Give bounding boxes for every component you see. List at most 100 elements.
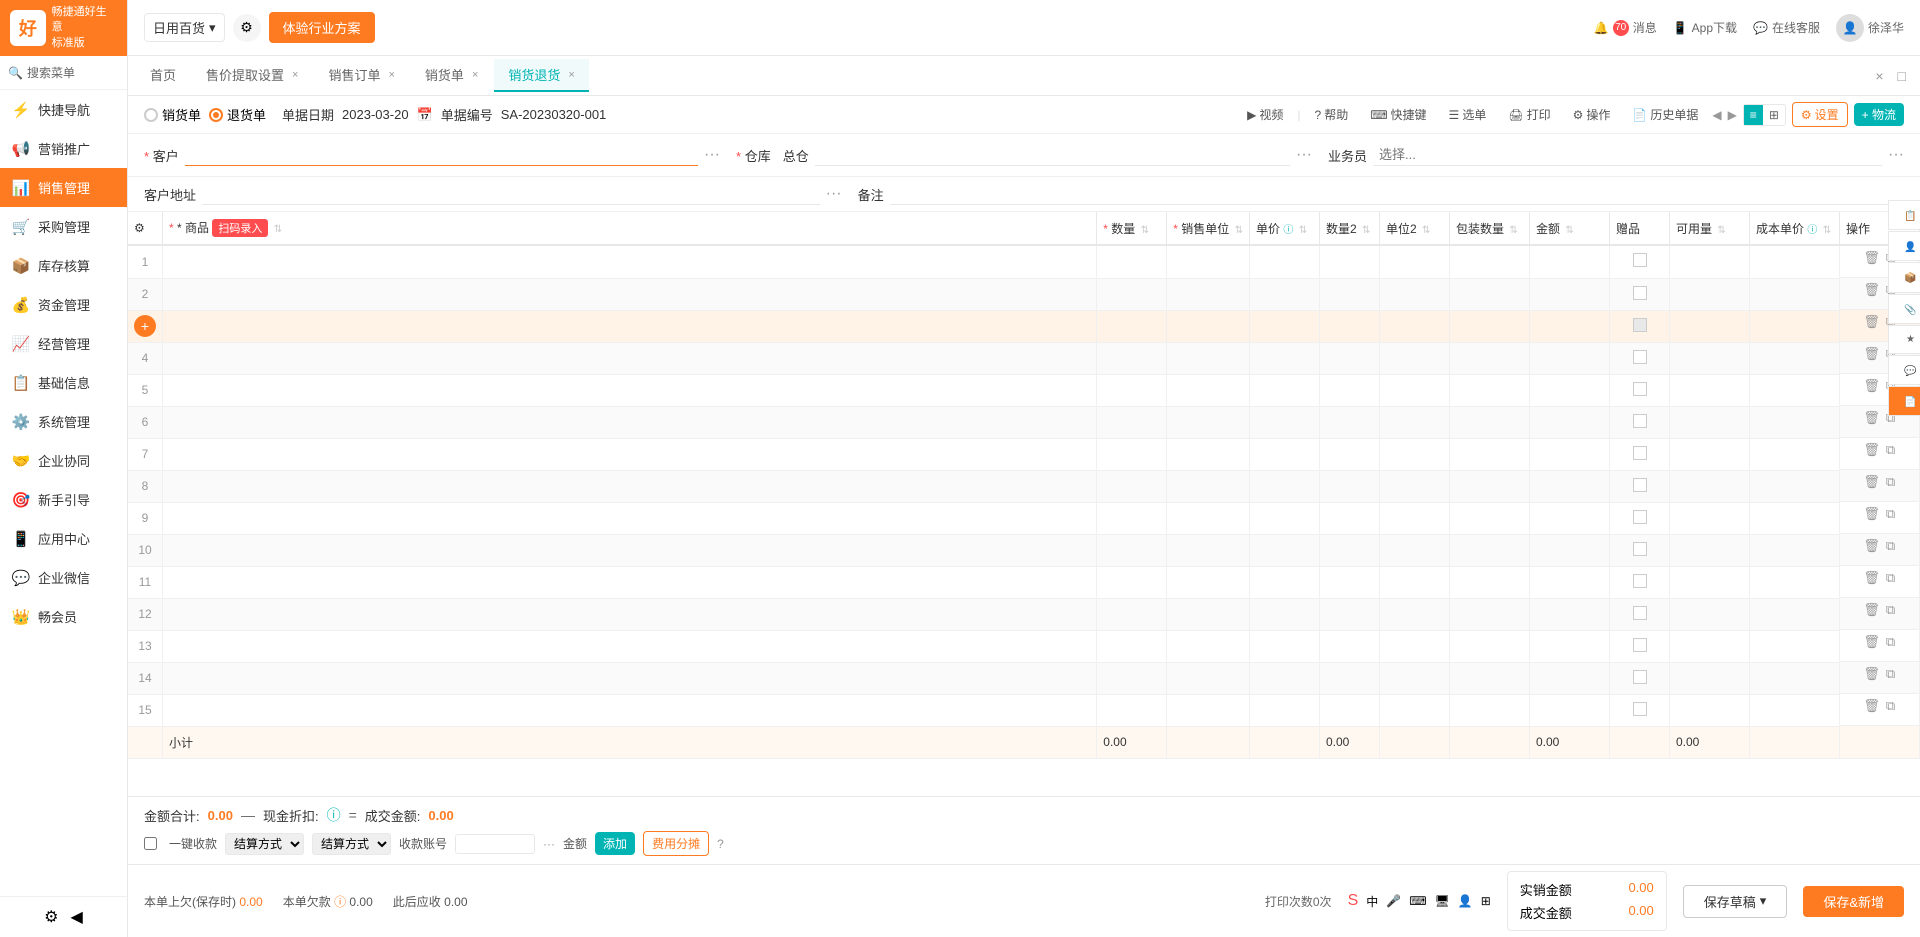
- sort-icon[interactable]: ⇅: [1823, 225, 1831, 236]
- payment-method-select[interactable]: 结算方式: [225, 833, 304, 855]
- quick-btn-3[interactable]: 📦: [1888, 262, 1920, 292]
- video-btn[interactable]: ▶ 视频: [1239, 103, 1291, 126]
- quick-btn-5[interactable]: ★: [1888, 325, 1920, 354]
- tab-home[interactable]: 首页: [136, 59, 190, 92]
- gift-checkbox[interactable]: [1633, 478, 1647, 492]
- copy-icon[interactable]: ⧉: [1886, 442, 1895, 465]
- delete-icon[interactable]: 🗑: [1863, 314, 1880, 337]
- notification-group[interactable]: 🔔 70 消息: [1594, 19, 1657, 36]
- quick-btn-6[interactable]: 💬: [1888, 355, 1920, 385]
- history-btn[interactable]: 📄 历史单据: [1624, 103, 1706, 126]
- mic-icon[interactable]: 🎤: [1386, 894, 1401, 908]
- person-icon[interactable]: 👤: [1458, 894, 1473, 908]
- list-view-btn[interactable]: ⊞: [1763, 105, 1785, 125]
- gift-checkbox[interactable]: [1633, 446, 1647, 460]
- tab-close-active-icon[interactable]: ×: [568, 69, 574, 81]
- prev-record-icon[interactable]: ◀: [1712, 108, 1721, 122]
- sidebar-search[interactable]: 🔍 搜索菜单: [0, 56, 127, 90]
- copy-icon[interactable]: ⧉: [1886, 602, 1895, 625]
- sidebar-item-marketing[interactable]: 📢 营销推广: [0, 129, 127, 168]
- sort-icon[interactable]: ⇅: [1565, 225, 1573, 236]
- staff-dots[interactable]: ···: [1888, 146, 1904, 164]
- sort-arrows-icon[interactable]: ⇅: [274, 224, 282, 235]
- calendar-icon[interactable]: 📅: [417, 107, 433, 123]
- delete-icon[interactable]: 🗑: [1863, 474, 1880, 497]
- gift-checkbox[interactable]: [1633, 702, 1647, 716]
- copy-icon[interactable]: ⧉: [1886, 570, 1895, 593]
- gift-checkbox[interactable]: [1633, 350, 1647, 364]
- delete-icon[interactable]: 🗑: [1863, 634, 1880, 657]
- gift-checkbox[interactable]: [1633, 574, 1647, 588]
- grid-icon[interactable]: ⊞: [1481, 894, 1491, 908]
- sort-icon[interactable]: ⇅: [1299, 225, 1307, 236]
- tab-close-icon[interactable]: ×: [292, 69, 298, 81]
- app-download-group[interactable]: 📱 App下载: [1673, 19, 1737, 36]
- quick-btn-1[interactable]: 📋: [1888, 200, 1920, 230]
- quick-btn-4[interactable]: 📎: [1888, 294, 1920, 324]
- logistics-btn[interactable]: + 物流: [1854, 103, 1904, 126]
- tab-sale-return[interactable]: 销货退货 ×: [494, 59, 588, 92]
- sort-icon[interactable]: ⇅: [1422, 225, 1430, 236]
- select-btn[interactable]: ☰ 选单: [1441, 103, 1495, 126]
- sidebar-item-app[interactable]: 📱 应用中心: [0, 519, 127, 558]
- calc-method-select[interactable]: 结算方式: [312, 833, 391, 855]
- gift-checkbox[interactable]: [1633, 606, 1647, 620]
- gift-checkbox[interactable]: [1633, 542, 1647, 556]
- gift-checkbox[interactable]: [1633, 286, 1647, 300]
- sort-icon[interactable]: ⇅: [1717, 225, 1725, 236]
- sidebar-item-purchase[interactable]: 🛒 采购管理: [0, 207, 127, 246]
- warehouse-dots[interactable]: ···: [1296, 146, 1312, 164]
- tab-maximize-icon[interactable]: □: [1892, 68, 1912, 84]
- add-payment-btn[interactable]: 添加: [595, 832, 635, 855]
- next-record-icon[interactable]: ▶: [1728, 108, 1737, 122]
- delete-icon[interactable]: 🗑: [1863, 442, 1880, 465]
- copy-icon[interactable]: ⧉: [1886, 698, 1895, 721]
- delete-icon[interactable]: 🗑: [1863, 538, 1880, 561]
- delete-icon[interactable]: 🗑: [1863, 250, 1880, 273]
- quick-btn-7[interactable]: 📄: [1888, 386, 1920, 416]
- sidebar-item-quick-nav[interactable]: ⚡ 快捷导航: [0, 90, 127, 129]
- sidebar-item-operations[interactable]: 📈 经营管理: [0, 324, 127, 363]
- sidebar-settings-icon[interactable]: ⚙: [44, 907, 58, 927]
- add-row-btn[interactable]: +: [134, 315, 156, 337]
- staff-input[interactable]: [1373, 144, 1882, 166]
- sort-icon[interactable]: ⇅: [1509, 225, 1517, 236]
- expense-split-btn[interactable]: 费用分摊: [643, 831, 709, 856]
- category-dropdown[interactable]: 日用百货 ▾: [144, 13, 225, 42]
- copy-icon[interactable]: ⧉: [1886, 666, 1895, 689]
- sale-goods-radio[interactable]: 销货单: [144, 105, 201, 124]
- copy-icon[interactable]: ⧉: [1886, 538, 1895, 561]
- shortcut-btn[interactable]: ⌨ 快捷键: [1362, 103, 1434, 126]
- copy-icon[interactable]: ⧉: [1886, 506, 1895, 529]
- delete-icon[interactable]: 🗑: [1863, 346, 1880, 369]
- sidebar-item-vip[interactable]: 👑 畅会员: [0, 597, 127, 636]
- gift-checkbox[interactable]: [1633, 510, 1647, 524]
- scan-btn[interactable]: 扫码录入: [212, 219, 268, 237]
- tab-sale-price[interactable]: 售价提取设置 ×: [192, 59, 312, 92]
- delete-icon[interactable]: 🗑: [1863, 570, 1880, 593]
- delete-icon[interactable]: 🗑: [1863, 378, 1880, 401]
- copy-icon[interactable]: ⧉: [1886, 634, 1895, 657]
- gift-checkbox[interactable]: [1633, 670, 1647, 684]
- gift-checkbox[interactable]: [1633, 638, 1647, 652]
- sidebar-item-stock[interactable]: 📦 库存核算: [0, 246, 127, 285]
- sidebar-item-finance[interactable]: 💰 资金管理: [0, 285, 127, 324]
- delete-icon[interactable]: 🗑: [1863, 602, 1880, 625]
- sort-icon[interactable]: ⇅: [1141, 225, 1149, 236]
- customer-input[interactable]: [185, 144, 698, 166]
- th-settings[interactable]: ⚙: [128, 212, 163, 245]
- account-input[interactable]: [455, 834, 535, 854]
- sort-icon[interactable]: ⇅: [1362, 225, 1370, 236]
- user-group[interactable]: 👤 徐泽华: [1836, 14, 1904, 42]
- gift-checkbox[interactable]: [1633, 253, 1647, 267]
- grid-view-btn[interactable]: ≡: [1744, 105, 1763, 125]
- keyboard2-icon[interactable]: ⌨: [1409, 894, 1426, 908]
- discount-info-icon[interactable]: ⓘ: [327, 805, 341, 825]
- operation-btn[interactable]: ⚙ 操作: [1565, 103, 1619, 126]
- help-btn[interactable]: ? 帮助: [1307, 103, 1357, 126]
- print-btn[interactable]: 🖨 打印: [1500, 103, 1558, 126]
- one-click-payment-checkbox[interactable]: [144, 837, 157, 850]
- settings-side-btn[interactable]: ⚙ 设置: [1792, 102, 1848, 127]
- account-dots[interactable]: ···: [543, 837, 555, 851]
- experience-btn[interactable]: 体验行业方案: [269, 12, 375, 43]
